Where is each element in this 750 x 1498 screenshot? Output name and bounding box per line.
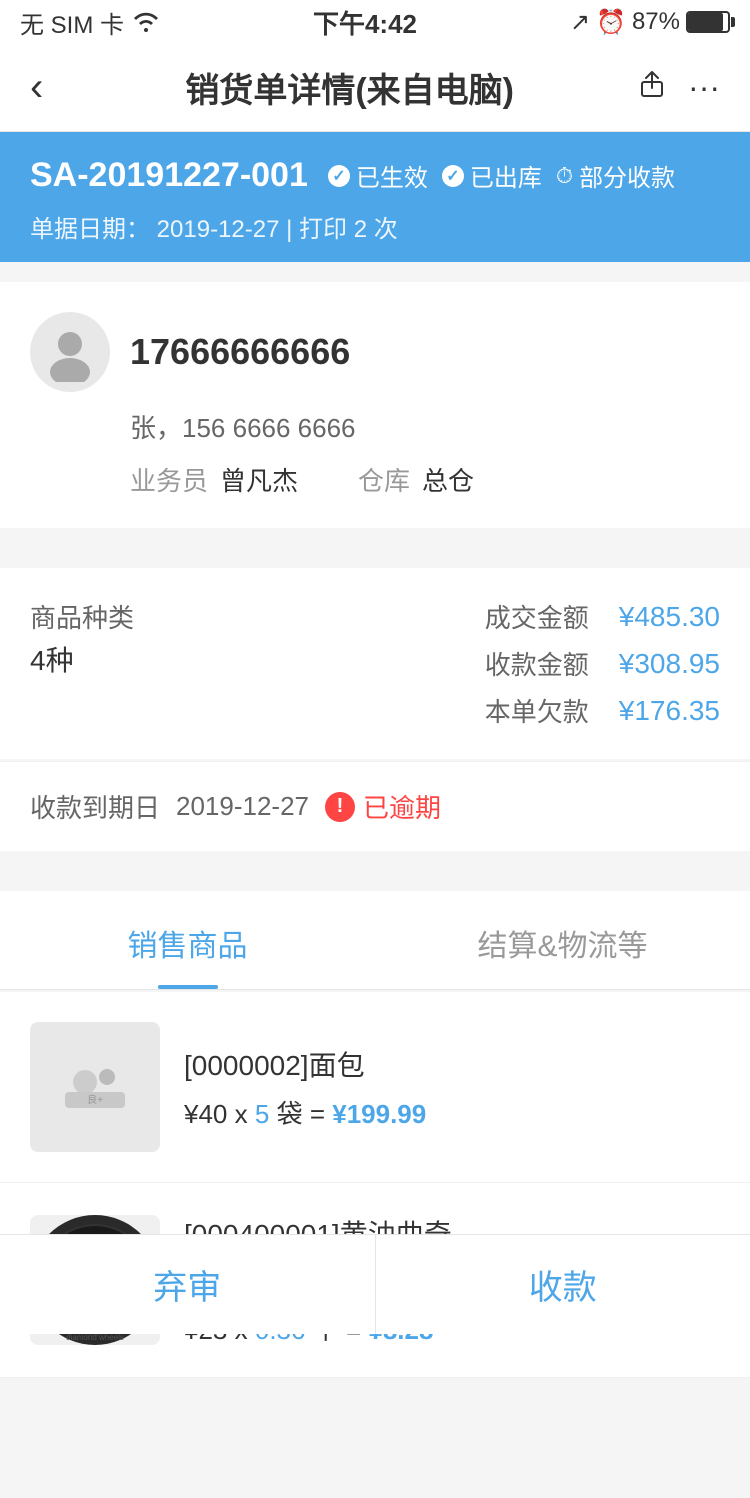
header-banner: SA-20191227-001 ✓ 已生效 ✓ 已出库 ⏱ 部分收款 单据日期：… xyxy=(0,132,750,262)
thumb-placeholder-1: 良+ xyxy=(30,1022,160,1152)
print-count-value: 2 xyxy=(354,216,367,243)
overdue-label: 已逾期 xyxy=(363,788,441,825)
tabs-section: 销售商品 结算&物流等 xyxy=(0,891,750,990)
carrier-label: 无 SIM 卡 xyxy=(20,5,124,40)
separator: | xyxy=(286,216,299,243)
product-info-1: [0000002]面包 ¥40 x 5 袋 = ¥199.99 xyxy=(184,1044,720,1131)
status-bar: 无 SIM 卡 下午4:42 ↗ ⏰ 87% xyxy=(0,0,750,44)
product-item-1: 良+ [0000002]面包 ¥40 x 5 袋 = ¥199.99 xyxy=(0,992,750,1183)
product-type-count: 4种 xyxy=(30,639,306,679)
product-thumb-1: 良+ xyxy=(30,1022,160,1152)
date-label: 单据日期： xyxy=(30,216,150,243)
tab-products-label: 销售商品 xyxy=(128,930,248,963)
nav-title: 销货单详情(来自电脑) xyxy=(63,63,636,112)
order-date: 2019-12-27 xyxy=(157,216,280,243)
status-tags: ✓ 已生效 ✓ 已出库 ⏱ 部分收款 xyxy=(328,158,675,193)
print-label: 打印 xyxy=(299,216,347,243)
wifi-icon xyxy=(132,12,160,32)
amount-value: ¥485.30 xyxy=(619,601,720,633)
price-x-1: x xyxy=(235,1099,255,1129)
debt-value: ¥176.35 xyxy=(619,695,720,727)
status-tag-shipped: ✓ 已出库 xyxy=(442,158,542,193)
battery-percent: 87% xyxy=(632,8,680,36)
product-price-1: ¥40 x 5 袋 = ¥199.99 xyxy=(184,1094,720,1131)
equals-1: = xyxy=(310,1099,332,1129)
print-suffix: 次 xyxy=(374,216,398,243)
tab-settlement[interactable]: 结算&物流等 xyxy=(375,891,750,989)
customer-row: 17666666666 xyxy=(30,312,720,392)
stats-right: 成交金额 ¥485.30 收款金额 ¥308.95 本单欠款 ¥176.35 xyxy=(306,598,720,729)
tab-settlement-label: 结算&物流等 xyxy=(477,930,647,963)
status-tag-partial: ⏱ 部分收款 xyxy=(556,158,675,193)
collect-label: 收款 xyxy=(529,1260,597,1309)
banner-date-row: 单据日期： 2019-12-27 | 打印 2 次 xyxy=(30,209,720,244)
customer-section: 17666666666 张，156 6666 6666 业务员 曾凡杰 仓库 总… xyxy=(0,282,750,528)
status-shipped-label: 已出库 xyxy=(470,158,542,193)
salesperson-item: 业务员 曾凡杰 xyxy=(130,461,298,498)
warehouse-label: 仓库 xyxy=(358,461,410,498)
unit-1: 袋 xyxy=(277,1099,303,1129)
overdue-badge: ! 已逾期 xyxy=(325,788,441,825)
divider-1 xyxy=(0,528,750,548)
battery-icon xyxy=(686,11,730,33)
tab-products[interactable]: 销售商品 xyxy=(0,891,375,989)
divider-2 xyxy=(0,851,750,871)
total-1: ¥199.99 xyxy=(332,1099,426,1129)
debt-label: 本单欠款 xyxy=(485,692,589,729)
location-icon: ↗ xyxy=(570,8,590,37)
nav-actions: ··· xyxy=(636,68,720,108)
cancel-audit-label: 弃审 xyxy=(153,1260,221,1309)
banner-row1: SA-20191227-001 ✓ 已生效 ✓ 已出库 ⏱ 部分收款 xyxy=(30,156,720,195)
clock-icon: ⏱ xyxy=(556,163,573,189)
check-icon-2: ✓ xyxy=(442,165,464,187)
warehouse-item: 仓库 总仓 xyxy=(358,461,474,498)
received-value: ¥308.95 xyxy=(619,648,720,680)
nav-bar: ‹ 销货单详情(来自电脑) ··· xyxy=(0,44,750,132)
customer-name-phone: 张，156 6666 6666 xyxy=(30,408,720,445)
check-icon-1: ✓ xyxy=(328,165,350,187)
amount-label: 成交金额 xyxy=(485,598,589,635)
product-name-1: [0000002]面包 xyxy=(184,1044,720,1084)
customer-phone[interactable]: 17666666666 xyxy=(130,331,350,373)
qty-1: 5 xyxy=(255,1099,269,1129)
share-button[interactable] xyxy=(636,68,668,108)
stats-left: 商品种类 4种 xyxy=(30,598,306,679)
due-section: 收款到期日 2019-12-27 ! 已逾期 xyxy=(0,761,750,851)
salesperson-label: 业务员 xyxy=(130,461,208,498)
received-label: 收款金额 xyxy=(485,645,589,682)
back-button[interactable]: ‹ xyxy=(30,65,43,110)
bottom-padding xyxy=(0,1378,750,1498)
warehouse-value: 总仓 xyxy=(422,461,474,498)
status-left: 无 SIM 卡 xyxy=(20,5,160,40)
status-time: 下午4:42 xyxy=(313,4,417,41)
status-partial-label: 部分收款 xyxy=(579,158,675,193)
collect-button[interactable]: 收款 xyxy=(376,1235,750,1334)
bottom-bar: 弃审 收款 xyxy=(0,1234,750,1334)
due-label: 收款到期日 xyxy=(30,788,160,825)
amount-row: 成交金额 ¥485.30 xyxy=(485,598,720,635)
order-id: SA-20191227-001 xyxy=(30,156,308,195)
status-active-label: 已生效 xyxy=(356,158,428,193)
due-date: 2019-12-27 xyxy=(176,791,309,822)
product-type-label: 商品种类 xyxy=(30,598,306,635)
price-1: ¥40 xyxy=(184,1099,227,1129)
tabs-row: 销售商品 结算&物流等 xyxy=(0,891,750,989)
avatar xyxy=(30,312,110,392)
salesperson-value: 曾凡杰 xyxy=(220,461,298,498)
svg-text:良+: 良+ xyxy=(87,1093,103,1106)
status-right: ↗ ⏰ 87% xyxy=(570,8,730,37)
alarm-icon: ⏰ xyxy=(596,8,626,37)
svg-text:diamond wheels: diamond wheels xyxy=(66,1333,124,1342)
status-tag-active: ✓ 已生效 xyxy=(328,158,428,193)
tab-underline xyxy=(158,985,218,989)
debt-row: 本单欠款 ¥176.35 xyxy=(485,692,720,729)
stats-section: 商品种类 4种 成交金额 ¥485.30 收款金额 ¥308.95 本单欠款 ¥… xyxy=(0,568,750,759)
more-button[interactable]: ··· xyxy=(688,69,720,106)
cancel-audit-button[interactable]: 弃审 xyxy=(0,1235,376,1334)
customer-meta: 业务员 曾凡杰 仓库 总仓 xyxy=(30,461,720,498)
overdue-icon: ! xyxy=(325,792,355,822)
received-row: 收款金额 ¥308.95 xyxy=(485,645,720,682)
